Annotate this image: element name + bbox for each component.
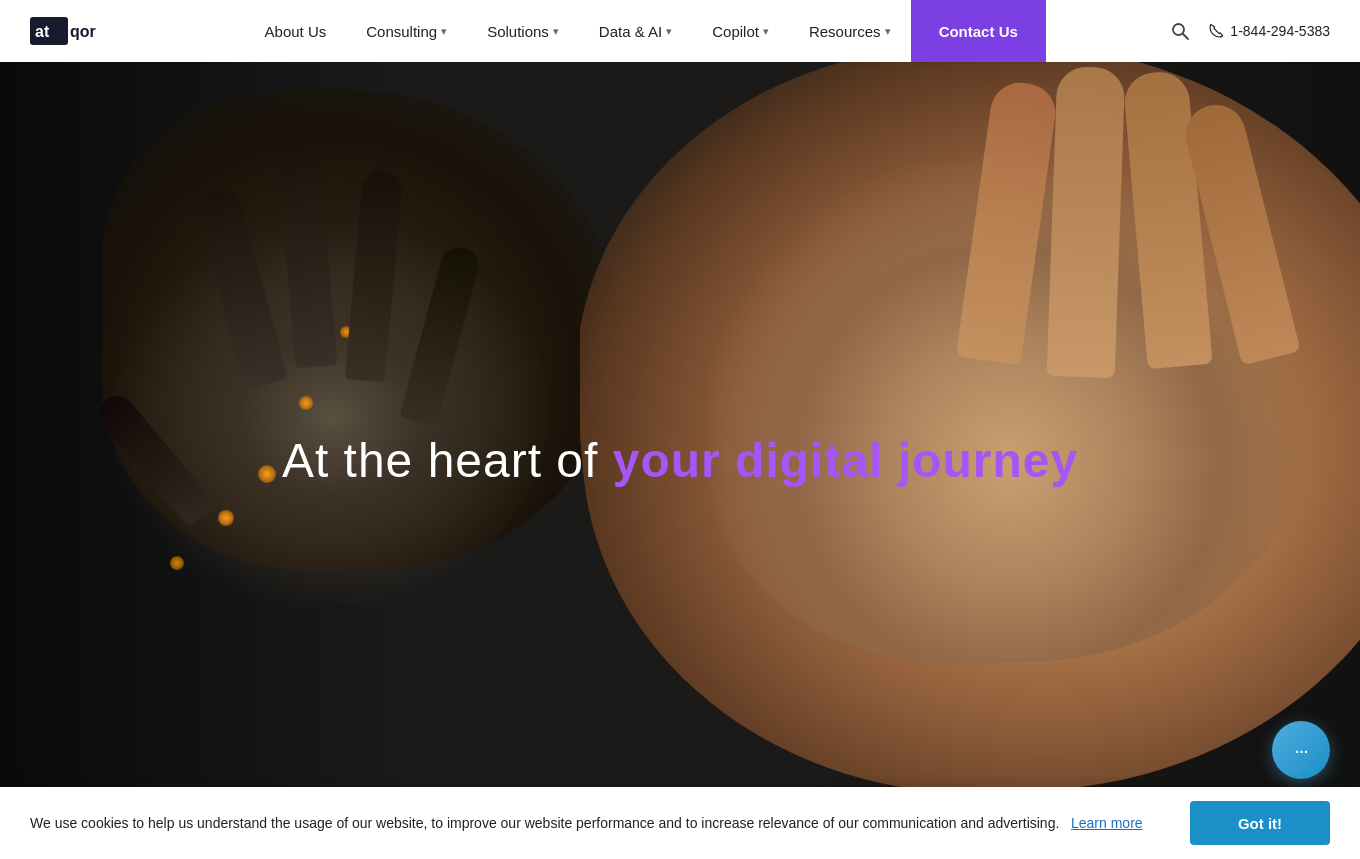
- search-button[interactable]: [1170, 21, 1190, 41]
- search-icon: [1170, 21, 1190, 41]
- nav-menu: About Us Consulting ▾ Solutions ▾ Data &…: [120, 0, 1170, 62]
- logo-svg: at qor: [30, 13, 120, 49]
- svg-line-5: [1183, 34, 1188, 39]
- cookie-got-it-button[interactable]: Got it!: [1190, 801, 1330, 845]
- consulting-chevron-icon: ▾: [441, 25, 447, 38]
- svg-text:at: at: [35, 23, 50, 40]
- svg-point-4: [1173, 24, 1184, 35]
- copilot-chevron-icon: ▾: [763, 25, 769, 38]
- nav-data-ai[interactable]: Data & AI ▾: [579, 0, 692, 62]
- nav-contact-us[interactable]: Contact Us: [911, 0, 1046, 62]
- svg-text:qor: qor: [70, 23, 96, 40]
- robot-hand-area: [0, 62, 680, 787]
- nav-consulting[interactable]: Consulting ▾: [346, 0, 467, 62]
- phone-icon: [1208, 23, 1224, 39]
- phone-link[interactable]: 1-844-294-5383: [1208, 23, 1330, 39]
- chat-bubble-dots: ···: [1294, 739, 1308, 762]
- hero-section: At the heart of your digital journey scr…: [0, 0, 1360, 859]
- solutions-chevron-icon: ▾: [553, 25, 559, 38]
- cookie-banner: We use cookies to help us understand the…: [0, 787, 1360, 859]
- chat-bubble-button[interactable]: ···: [1272, 721, 1330, 779]
- cookie-message: We use cookies to help us understand the…: [30, 813, 1170, 834]
- nav-about-us[interactable]: About Us: [245, 0, 347, 62]
- navbar-right: 1-844-294-5383: [1170, 21, 1330, 41]
- logo[interactable]: at qor: [30, 13, 120, 49]
- nav-copilot[interactable]: Copilot ▾: [692, 0, 789, 62]
- hero-text-block: At the heart of your digital journey: [282, 432, 1078, 487]
- hero-title: At the heart of your digital journey: [282, 432, 1078, 487]
- nav-resources[interactable]: Resources ▾: [789, 0, 911, 62]
- data-ai-chevron-icon: ▾: [666, 25, 672, 38]
- phone-number: 1-844-294-5383: [1230, 23, 1330, 39]
- resources-chevron-icon: ▾: [885, 25, 891, 38]
- human-hand-area: [580, 62, 1360, 787]
- cookie-learn-more-link[interactable]: Learn more: [1071, 815, 1143, 831]
- nav-solutions[interactable]: Solutions ▾: [467, 0, 579, 62]
- navbar: at qor About Us Consulting ▾ Solutions ▾…: [0, 0, 1360, 62]
